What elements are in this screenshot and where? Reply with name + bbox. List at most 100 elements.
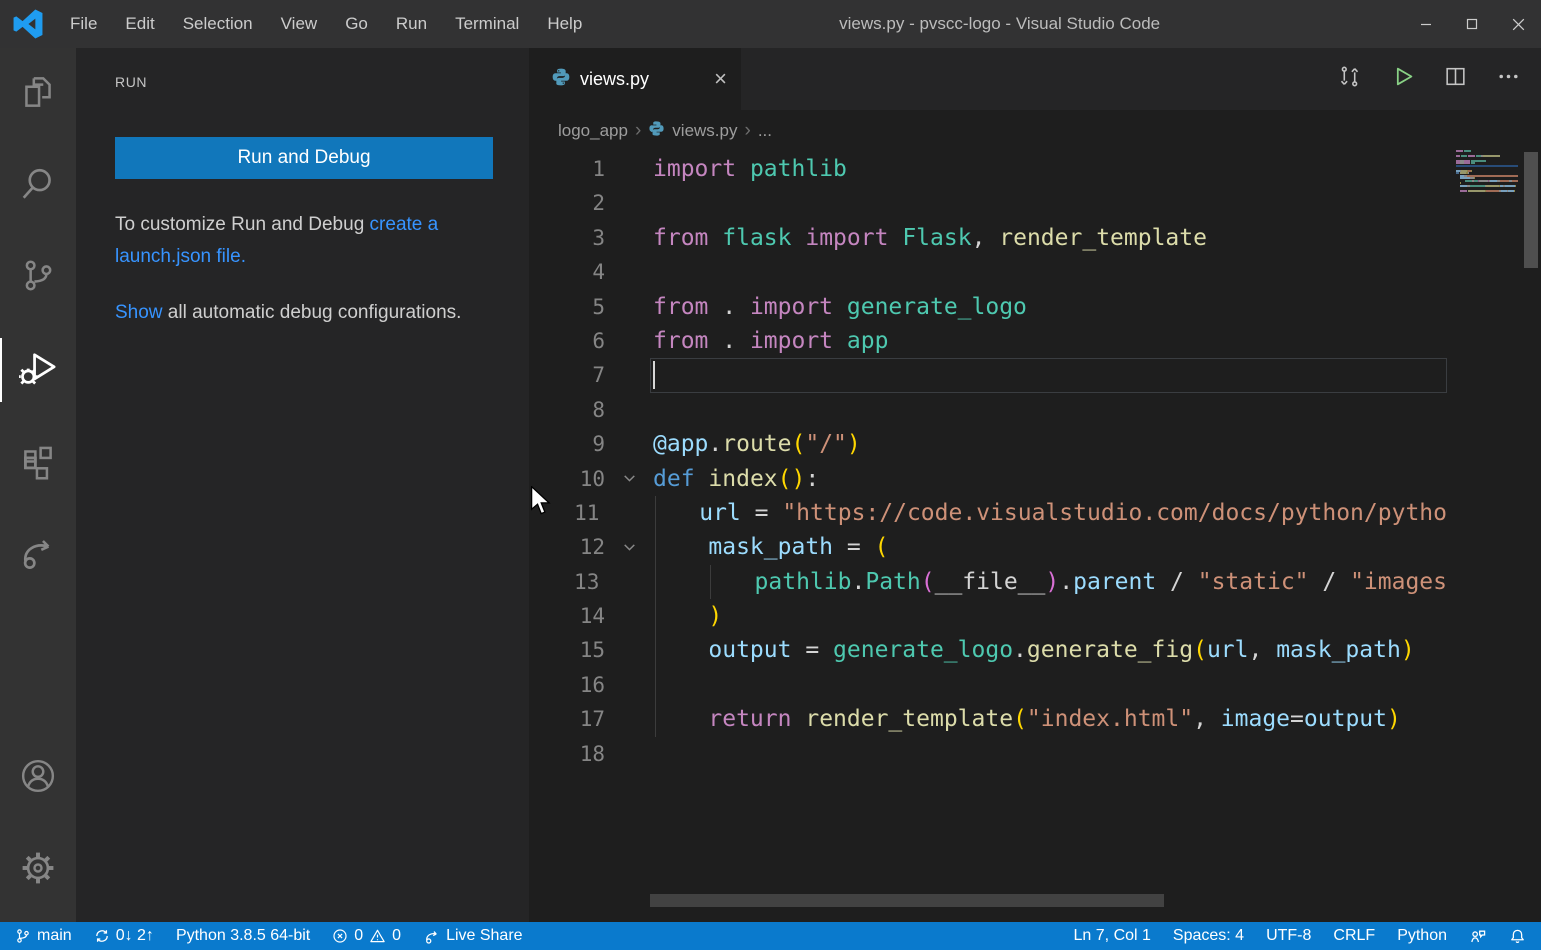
feedback-icon	[1469, 928, 1487, 945]
line-number[interactable]: 6	[529, 324, 605, 358]
activity-item-source-control[interactable]	[0, 232, 76, 324]
line-number[interactable]: 8	[529, 393, 605, 427]
status-left: main 0↓ 2↑ Python 3.8.5 64-bit 0	[4, 922, 534, 950]
activity-item-live-share[interactable]	[0, 508, 76, 600]
menu-edit[interactable]: Edit	[111, 0, 168, 48]
activity-item-explorer[interactable]	[0, 48, 76, 140]
search-icon	[16, 162, 60, 211]
line-number[interactable]: 16	[529, 668, 605, 702]
line-number[interactable]: 9	[529, 427, 605, 461]
split-editor-icon[interactable]	[1443, 64, 1468, 94]
code-line[interactable]: 10def index():	[529, 462, 1447, 496]
line-number[interactable]: 18	[529, 737, 605, 771]
close-button[interactable]	[1495, 0, 1541, 48]
minimize-button[interactable]	[1403, 0, 1449, 48]
menu-selection[interactable]: Selection	[169, 0, 267, 48]
line-number[interactable]: 7	[529, 358, 605, 392]
eol-status[interactable]: CRLF	[1322, 922, 1386, 950]
menu-file[interactable]: File	[56, 0, 111, 48]
more-actions-icon[interactable]	[1496, 64, 1521, 94]
maximize-button[interactable]	[1449, 0, 1495, 48]
line-number[interactable]: 5	[529, 290, 605, 324]
minimap-line	[1456, 190, 1518, 192]
code-line[interactable]: 18	[529, 737, 1447, 771]
notifications-button[interactable]	[1498, 922, 1537, 950]
line-number[interactable]: 14	[529, 599, 605, 633]
open-changes-icon[interactable]	[1337, 64, 1362, 94]
code-line[interactable]: 12 mask_path = (	[529, 530, 1447, 564]
menu-view[interactable]: View	[267, 0, 332, 48]
activity-item-search[interactable]	[0, 140, 76, 232]
account-icon	[16, 754, 60, 803]
code-line[interactable]: 3from flask import Flask, render_templat…	[529, 221, 1447, 255]
window-controls	[1403, 0, 1541, 48]
line-number[interactable]: 4	[529, 255, 605, 289]
line-number[interactable]: 3	[529, 221, 605, 255]
editor-actions	[1337, 48, 1541, 110]
code-text: def index():	[653, 462, 819, 496]
sidebar-title: RUN	[115, 74, 493, 90]
indentation-status[interactable]: Spaces: 4	[1162, 922, 1255, 950]
line-number[interactable]: 1	[529, 152, 605, 186]
tab-views-py[interactable]: views.py ×	[529, 48, 741, 110]
code-line[interactable]: 16	[529, 668, 1447, 702]
vertical-scrollbar-thumb[interactable]	[1524, 152, 1538, 268]
breadcrumb-symbol[interactable]: ...	[758, 121, 772, 141]
menu-go[interactable]: Go	[331, 0, 382, 48]
branch-status[interactable]: main	[4, 922, 83, 950]
code-line[interactable]: 6from . import app	[529, 324, 1447, 358]
code-line[interactable]: 9@app.route("/")	[529, 427, 1447, 461]
fold-chevron-icon[interactable]	[605, 462, 653, 496]
code-line[interactable]: 17 return render_template("index.html", …	[529, 702, 1447, 736]
code-text: return render_template("index.html", ima…	[653, 702, 1401, 736]
chevron-right-icon: ›	[744, 120, 750, 142]
menu-terminal[interactable]: Terminal	[441, 0, 533, 48]
activity-item-run-and-debug[interactable]	[0, 324, 76, 416]
code-line[interactable]: 15 output = generate_logo.generate_fig(u…	[529, 633, 1447, 667]
minimap-content	[1456, 150, 1518, 194]
python-interpreter[interactable]: Python 3.8.5 64-bit	[165, 922, 321, 950]
menu-run[interactable]: Run	[382, 0, 441, 48]
code-line[interactable]: 14 )	[529, 599, 1447, 633]
tab-bar: views.py ×	[529, 48, 1541, 110]
line-number[interactable]: 15	[529, 633, 605, 667]
tab-close-icon[interactable]: ×	[714, 68, 727, 90]
code-line[interactable]: 5from . import generate_logo	[529, 290, 1447, 324]
line-number[interactable]: 2	[529, 186, 605, 220]
run-file-icon[interactable]	[1390, 64, 1415, 94]
code-line[interactable]: 8	[529, 393, 1447, 427]
code-line[interactable]: 1import pathlib	[529, 152, 1447, 186]
activity-item-account[interactable]	[0, 732, 76, 824]
language-mode[interactable]: Python	[1386, 922, 1458, 950]
code-line[interactable]: 13 pathlib.Path(__file__).parent / "stat…	[529, 565, 1447, 599]
sync-status[interactable]: 0↓ 2↑	[83, 922, 165, 950]
feedback-button[interactable]	[1458, 922, 1498, 950]
line-number[interactable]: 12	[529, 530, 605, 564]
run-and-debug-button[interactable]: Run and Debug	[115, 137, 493, 179]
vertical-scrollbar[interactable]	[1521, 152, 1541, 922]
line-number[interactable]: 17	[529, 702, 605, 736]
show-configurations-link[interactable]: Show	[115, 302, 163, 323]
problems-status[interactable]: 0 0	[321, 922, 412, 950]
code-line[interactable]: 11 url = "https://code.visualstudio.com/…	[529, 496, 1447, 530]
breadcrumb-folder[interactable]: logo_app	[558, 121, 628, 141]
encoding-status[interactable]: UTF-8	[1255, 922, 1322, 950]
run-and-debug-icon	[15, 345, 61, 396]
line-number[interactable]: 13	[529, 565, 599, 599]
horizontal-scrollbar-thumb[interactable]	[650, 894, 1164, 907]
current-line-highlight	[650, 358, 1447, 392]
cursor-position[interactable]: Ln 7, Col 1	[1063, 922, 1162, 950]
breadcrumb: logo_app › views.py › ...	[529, 110, 1541, 152]
code-line[interactable]: 2	[529, 186, 1447, 220]
fold-margin	[605, 324, 653, 358]
live-share-status[interactable]: Live Share	[412, 922, 534, 950]
minimap[interactable]	[1456, 150, 1518, 195]
menu-help[interactable]: Help	[533, 0, 596, 48]
activity-item-extensions[interactable]	[0, 416, 76, 508]
fold-chevron-icon[interactable]	[605, 530, 653, 564]
breadcrumb-file[interactable]: views.py	[672, 121, 737, 141]
activity-item-settings[interactable]	[0, 824, 76, 916]
fold-margin	[605, 152, 653, 186]
code-line[interactable]: 7	[529, 358, 1447, 392]
code-line[interactable]: 4	[529, 255, 1447, 289]
